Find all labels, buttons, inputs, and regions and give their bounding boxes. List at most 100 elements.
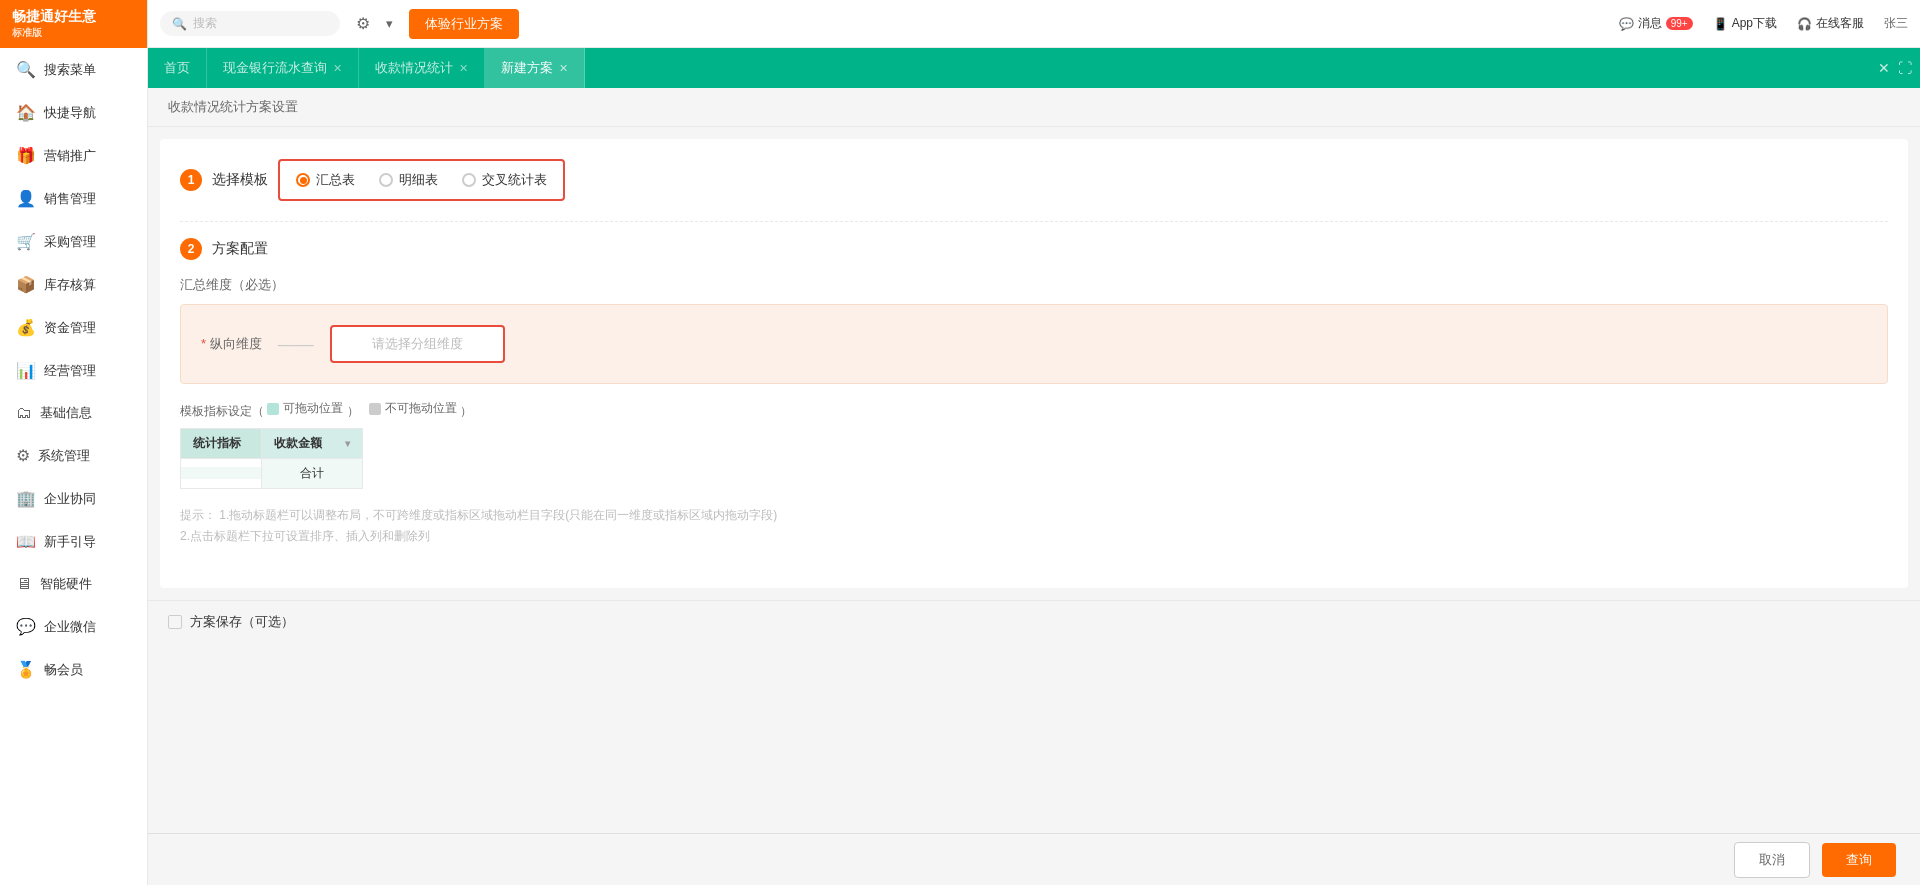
col1-chevron-icon: ▾: [345, 438, 350, 449]
radio-cross[interactable]: 交叉统计表: [462, 171, 547, 189]
radio-cross-circle: [462, 173, 476, 187]
sidebar-item-quick-nav[interactable]: 🏠 快捷导航: [0, 91, 147, 134]
hint-line-1: 提示： 1.拖动标题栏可以调整布局，不可跨维度或指标区域拖动栏目字段(只能在同一…: [180, 505, 1888, 527]
radio-detail-circle: [379, 173, 393, 187]
fixed-dot: [369, 403, 381, 415]
indicator-table: 统计指标 收款金额 ▾: [180, 428, 363, 489]
plan-settings-card: 1 选择模板 汇总表 明细表 交叉统计表: [160, 139, 1908, 588]
content-area: 收款情况统计方案设置 1 选择模板 汇总表 明细表: [148, 88, 1920, 885]
topbar: 🔍 搜索 ⚙ ▾ 体验行业方案 💬 消息 99+ 📱 App下载 🎧 在线客服 …: [148, 0, 1920, 48]
home-icon: 🏠: [16, 103, 36, 122]
chart-icon: 📊: [16, 361, 36, 380]
sidebar-item-enterprise[interactable]: 🏢 企业协同: [0, 477, 147, 520]
required-mark: *: [201, 336, 206, 351]
app-download-button[interactable]: 📱 App下载: [1713, 15, 1777, 32]
sidebar-item-basics[interactable]: 🗂 基础信息: [0, 392, 147, 434]
save-checkbox[interactable]: [168, 615, 182, 629]
hint-line-2: 2.点击标题栏下拉可设置排序、插入列和删除列: [180, 526, 1888, 548]
save-section: 方案保存（可选）: [148, 600, 1920, 643]
footer-bar: 取消 查询: [148, 833, 1920, 885]
radio-detail[interactable]: 明细表: [379, 171, 438, 189]
search-menu-icon: 🔍: [16, 60, 36, 79]
username-display: 张三: [1884, 15, 1908, 32]
hint-section: 提示： 1.拖动标题栏可以调整布局，不可跨维度或指标区域拖动栏目字段(只能在同一…: [180, 505, 1888, 548]
gift-icon: 🎁: [16, 146, 36, 165]
step2-number: 2: [180, 238, 202, 260]
radio-summary-circle: [296, 173, 310, 187]
sidebar-item-search-menu[interactable]: 🔍 搜索菜单: [0, 48, 147, 91]
section-divider: [180, 221, 1888, 222]
industry-plan-button[interactable]: 体验行业方案: [409, 9, 519, 39]
indicator-header-row: 统计指标 收款金额 ▾: [181, 428, 363, 458]
indicator-settings-label: 模板指标设定（ 可拖动位置 ） 不可拖动位置 ）: [180, 400, 1888, 420]
search-box[interactable]: 🔍 搜索: [160, 11, 340, 36]
sidebar-item-hardware[interactable]: 🖥 智能硬件: [0, 563, 147, 605]
legend-fixed: 不可拖动位置: [369, 400, 457, 417]
tab-maximize-icon[interactable]: ⛶: [1898, 60, 1912, 76]
sidebar-item-system[interactable]: ⚙ 系统管理: [0, 434, 147, 477]
save-label: 方案保存（可选）: [190, 613, 294, 631]
tab-close-all-icon[interactable]: ✕: [1878, 60, 1890, 76]
step2-title: 方案配置: [212, 240, 268, 258]
indicator-header-stat: 统计指标: [181, 428, 262, 458]
folder-icon: 🗂: [16, 404, 32, 422]
tab-home[interactable]: 首页: [148, 48, 207, 88]
sidebar-item-sales[interactable]: 👤 销售管理: [0, 177, 147, 220]
dimension-select-box[interactable]: 请选择分组维度: [330, 325, 505, 363]
template-radio-group: 汇总表 明细表 交叉统计表: [278, 159, 565, 201]
user-icon: 👤: [16, 189, 36, 208]
message-badge: 99+: [1666, 17, 1693, 30]
sidebar-item-guide[interactable]: 📖 新手引导: [0, 520, 147, 563]
sidebar-item-inventory[interactable]: 📦 库存核算: [0, 263, 147, 306]
chat-icon: 💬: [16, 617, 36, 636]
sidebar-item-finance[interactable]: 💰 资金管理: [0, 306, 147, 349]
step1-title: 选择模板: [212, 171, 268, 189]
settings-gear-icon[interactable]: ⚙: [356, 14, 370, 33]
sidebar-item-purchase[interactable]: 🛒 采购管理: [0, 220, 147, 263]
step2-header: 2 方案配置: [180, 238, 1888, 260]
dimension-row: * 纵向维度 —— 请选择分组维度: [201, 325, 1867, 363]
indicator-settings-text: 模板指标设定（ 可拖动位置 ） 不可拖动位置 ）: [180, 400, 472, 420]
message-icon: 💬: [1619, 17, 1634, 31]
indicator-body-row: 合计: [181, 458, 363, 488]
radio-summary[interactable]: 汇总表: [296, 171, 355, 189]
summary-dim-title: 汇总维度（必选）: [180, 276, 1888, 294]
download-icon: 📱: [1713, 17, 1728, 31]
dimension-area: * 纵向维度 —— 请选择分组维度: [180, 304, 1888, 384]
tabbar: 首页 现金银行流水查询 ✕ 收款情况统计 ✕ 新建方案 ✕ ✕ ⛶: [148, 48, 1920, 88]
topbar-dropdown-icon[interactable]: ▾: [386, 16, 393, 31]
sidebar-item-operations[interactable]: 📊 经营管理: [0, 349, 147, 392]
sidebar-item-marketing[interactable]: 🎁 营销推广: [0, 134, 147, 177]
topbar-right: 💬 消息 99+ 📱 App下载 🎧 在线客服 张三: [1619, 15, 1908, 32]
query-button[interactable]: 查询: [1822, 843, 1896, 877]
online-service-button[interactable]: 🎧 在线客服: [1797, 15, 1864, 32]
search-icon: 🔍: [172, 17, 187, 31]
logo-text: 畅捷通好生意 标准版: [12, 8, 96, 40]
legend-draggable: 可拖动位置: [267, 400, 343, 417]
cancel-button[interactable]: 取消: [1734, 842, 1810, 878]
book-icon: 📖: [16, 532, 36, 551]
sidebar: 畅捷通好生意 标准版 🔍 搜索菜单 🏠 快捷导航 🎁 营销推广 👤 销售管理 🛒…: [0, 0, 148, 885]
indicator-header-col1[interactable]: 收款金额 ▾: [262, 428, 363, 458]
tab-new-plan[interactable]: 新建方案 ✕: [485, 48, 585, 88]
step1-number: 1: [180, 169, 202, 191]
step2-section: 2 方案配置 汇总维度（必选） * 纵向维度 —— 请选择分组维度: [180, 238, 1888, 548]
tab-new-plan-close-icon[interactable]: ✕: [559, 62, 568, 75]
page-title: 收款情况统计方案设置: [148, 88, 1920, 127]
tabbar-actions: ✕ ⛶: [1870, 48, 1920, 88]
message-button[interactable]: 💬 消息 99+: [1619, 15, 1693, 32]
sidebar-logo: 畅捷通好生意 标准版: [0, 0, 147, 48]
tab-cash-bank[interactable]: 现金银行流水查询 ✕: [207, 48, 359, 88]
service-icon: 🎧: [1797, 17, 1812, 31]
sidebar-item-member[interactable]: 🏅 畅会员: [0, 648, 147, 691]
indicator-body-col1: 合计: [262, 458, 363, 488]
tab-receipt-stat-close-icon[interactable]: ✕: [459, 62, 468, 75]
sidebar-item-wechat[interactable]: 💬 企业微信: [0, 605, 147, 648]
indicator-table-wrap: 统计指标 收款金额 ▾: [180, 428, 1888, 489]
tab-cash-bank-close-icon[interactable]: ✕: [333, 62, 342, 75]
draggable-dot: [267, 403, 279, 415]
building-icon: 🏢: [16, 489, 36, 508]
step1-section: 1 选择模板 汇总表 明细表 交叉统计表: [180, 159, 1888, 201]
vertical-dim-label: * 纵向维度: [201, 335, 262, 353]
tab-receipt-stat[interactable]: 收款情况统计 ✕: [359, 48, 485, 88]
